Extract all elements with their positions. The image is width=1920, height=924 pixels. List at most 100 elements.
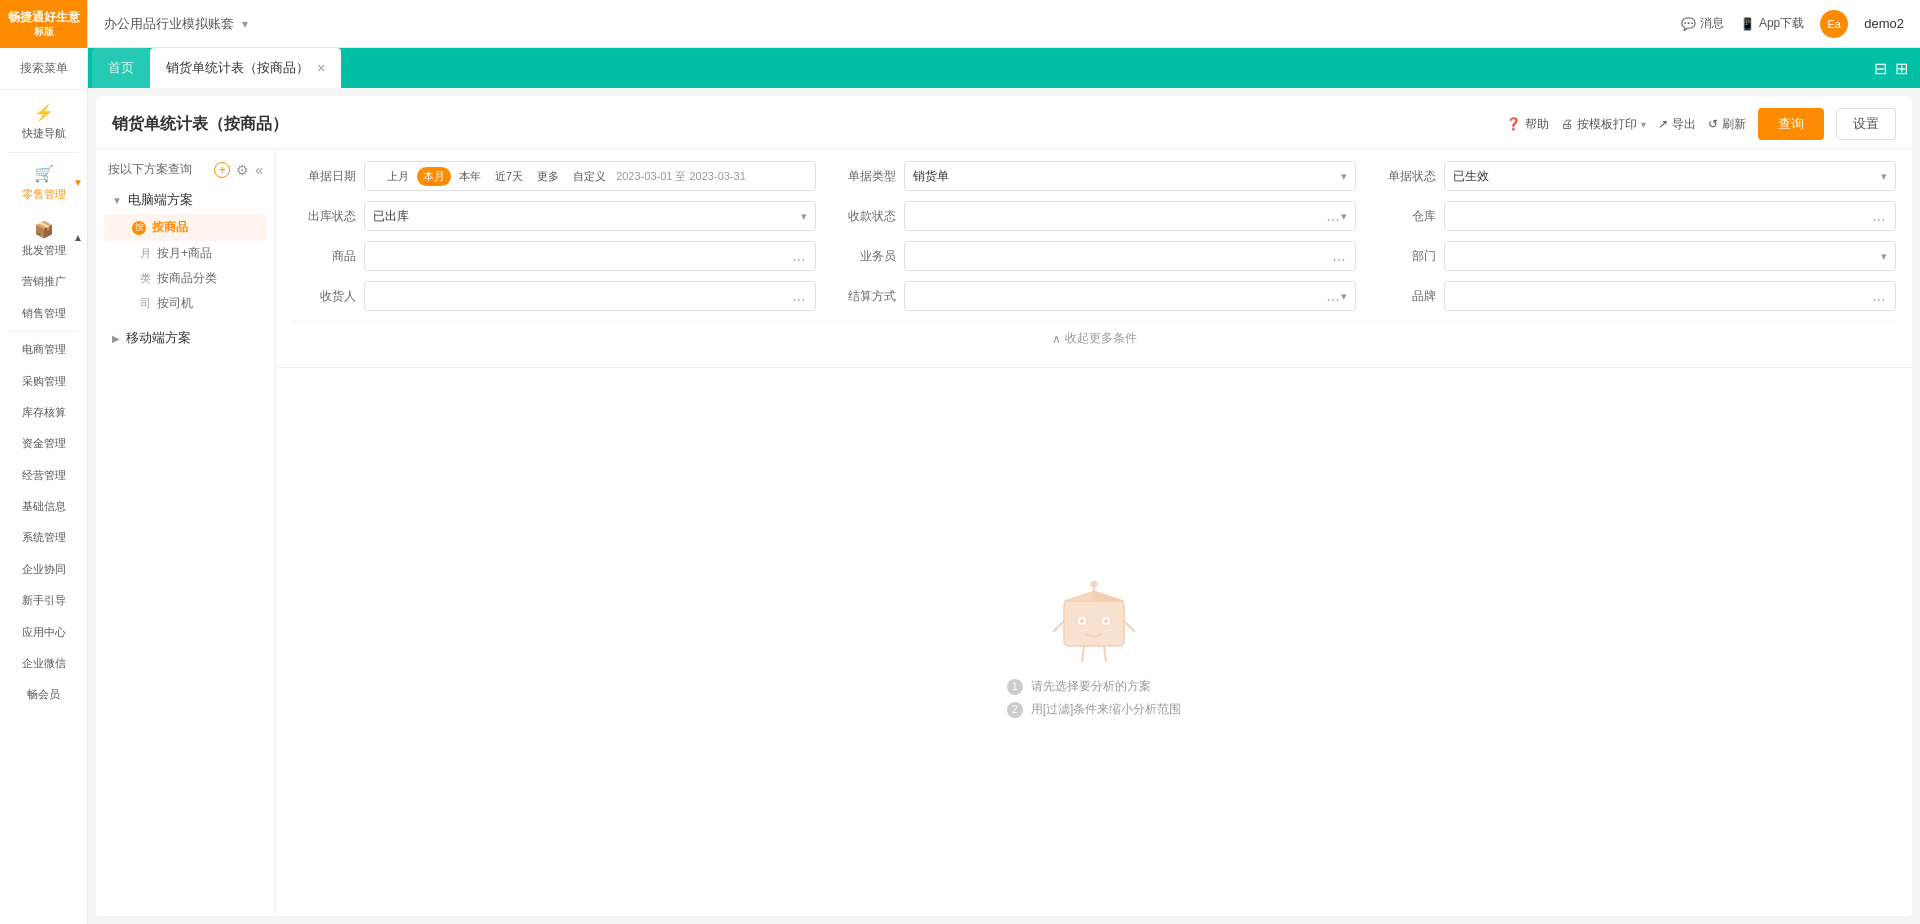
tree-sub-driver-label: 按司机: [157, 295, 193, 312]
sidebar-item-operation[interactable]: 经营管理: [0, 460, 87, 491]
sidebar-item-quick-nav[interactable]: ⚡ 快捷导航: [0, 94, 87, 150]
app-download-button[interactable]: 📱 App下载: [1740, 15, 1804, 32]
7days-btn[interactable]: 近7天: [489, 167, 529, 186]
page-actions: ❓ 帮助 🖨 按模板打印 ▾ ↗ 导出 ↺ 刷新: [1506, 108, 1896, 140]
sidebar-search[interactable]: 搜索菜单: [0, 48, 87, 90]
sidebar-item-purchase[interactable]: 采购管理: [0, 366, 87, 397]
sidebar-item-inventory[interactable]: 库存核算: [0, 397, 87, 428]
empty-illustration: [1044, 566, 1144, 666]
body-area: 按以下方案查询 + ⚙ « ▼ 电脑端方案 按: [96, 149, 1912, 916]
sidebar-item-appcenter[interactable]: 应用中心: [0, 617, 87, 648]
date-quick-buttons: 上月 本月 本年 近7天 更多 自定义: [381, 167, 612, 186]
more-btn[interactable]: 更多: [531, 167, 565, 186]
refresh-icon: ↺: [1708, 117, 1718, 131]
sidebar-item-enterprise[interactable]: 企业协同: [0, 554, 87, 585]
doc-type-control[interactable]: 销货单 ▾: [904, 161, 1356, 191]
search-menu-label[interactable]: 搜索菜单: [6, 56, 81, 81]
salesperson-control[interactable]: …: [904, 241, 1356, 271]
brand-control[interactable]: …: [1444, 281, 1896, 311]
sidebar-item-sales-label: 销售管理: [22, 306, 66, 321]
brand-label: 品牌: [1372, 288, 1444, 305]
payment-label: 结算方式: [832, 288, 904, 305]
sidebar-item-wholesale[interactable]: 📦 批发管理 ▲: [0, 211, 87, 267]
step-num-2: 2: [1007, 702, 1023, 718]
svg-line-9: [1082, 646, 1084, 661]
sidebar-item-basic[interactable]: 基础信息: [0, 491, 87, 522]
tree-arrow-mobile: ▶: [112, 333, 120, 344]
stock-status-label: 出库状态: [292, 208, 364, 225]
salesperson-dots: …: [1332, 248, 1347, 264]
wholesale-expand-icon: ▲: [73, 231, 83, 245]
collapse-panel-icon[interactable]: «: [255, 162, 263, 178]
goods-control[interactable]: …: [364, 241, 816, 271]
export-button[interactable]: ↗ 导出: [1658, 116, 1696, 133]
sidebar-item-system[interactable]: 系统管理: [0, 522, 87, 553]
date-control[interactable]: 上月 本月 本年 近7天 更多 自定义 2023-03-01 至 2023-03…: [364, 161, 816, 191]
retail-icon: 🛒: [34, 163, 54, 185]
print-button[interactable]: 🖨 按模板打印 ▾: [1561, 116, 1646, 133]
avatar-text: Ea: [1828, 18, 1841, 30]
tab-home[interactable]: 首页: [92, 48, 150, 88]
header-dropdown-icon[interactable]: ▾: [242, 17, 248, 31]
doc-status-label: 单据状态: [1372, 168, 1444, 185]
receiver-control[interactable]: …: [364, 281, 816, 311]
collapse-bar[interactable]: ∧ 收起更多条件: [292, 321, 1896, 355]
svg-point-6: [1091, 581, 1097, 587]
tree-sub-goods-category[interactable]: 类 按商品分类: [104, 266, 267, 291]
tree-child-by-goods[interactable]: 按 按商品: [104, 214, 267, 241]
sidebar-item-purchase-label: 采购管理: [22, 374, 66, 389]
doc-status-value: 已生效: [1453, 168, 1881, 185]
tab-maximize-icon[interactable]: ⊞: [1895, 59, 1908, 78]
custom-btn[interactable]: 自定义: [567, 167, 612, 186]
sidebar-item-corpwechat[interactable]: 企业微信: [0, 648, 87, 679]
dept-control[interactable]: ▾: [1444, 241, 1896, 271]
tree-sub-month-goods[interactable]: 月 按月+商品: [104, 241, 267, 266]
receive-status-control[interactable]: … ▾: [904, 201, 1356, 231]
tab-active[interactable]: 销货单统计表（按商品） ×: [150, 48, 341, 88]
filter-item-salesperson: 业务员 …: [832, 241, 1356, 271]
tree-parent-pc[interactable]: ▼ 电脑端方案: [104, 186, 267, 214]
filter-item-goods: 商品 …: [292, 241, 816, 271]
this-year-btn[interactable]: 本年: [453, 167, 487, 186]
sidebar-item-sales[interactable]: 销售管理: [0, 298, 87, 329]
sidebar-item-marketing[interactable]: 营销推广: [0, 266, 87, 297]
sidebar-item-enterprise-label: 企业协同: [22, 562, 66, 577]
left-panel-title: 按以下方案查询: [108, 161, 192, 178]
filter-row-1: 单据日期 上月 本月 本年 近7天 更多 自定义: [292, 161, 1896, 191]
svg-point-3: [1080, 619, 1084, 623]
doc-type-value: 销货单: [913, 168, 1341, 185]
prev-month-btn[interactable]: 上月: [381, 167, 415, 186]
warehouse-control[interactable]: …: [1444, 201, 1896, 231]
logo-sub: 标版: [34, 25, 54, 38]
settings-scheme-icon[interactable]: ⚙: [236, 162, 249, 178]
doc-status-control[interactable]: 已生效 ▾: [1444, 161, 1896, 191]
tree-parent-mobile[interactable]: ▶ 移动端方案: [104, 324, 267, 352]
refresh-button[interactable]: ↺ 刷新: [1708, 116, 1746, 133]
query-button[interactable]: 查询: [1758, 108, 1824, 140]
divider-2: [8, 331, 79, 332]
sidebar-item-quick-nav-label: 快捷导航: [22, 126, 66, 141]
tab-close-icon[interactable]: ×: [317, 60, 325, 76]
sidebar-item-guide-label: 新手引导: [22, 593, 66, 608]
empty-step-2: 2 用[过滤]条件来缩小分析范围: [1007, 701, 1182, 718]
user-name[interactable]: demo2: [1864, 16, 1904, 31]
sidebar-item-guide[interactable]: 新手引导: [0, 585, 87, 616]
sidebar-item-retail[interactable]: 🛒 零售管理 ▼: [0, 155, 87, 211]
tab-minimize-icon[interactable]: ⊟: [1874, 59, 1887, 78]
help-button[interactable]: ❓ 帮助: [1506, 116, 1549, 133]
tree-sub-driver[interactable]: 司 按司机: [104, 291, 267, 316]
dept-label: 部门: [1372, 248, 1444, 265]
sidebar-item-finance[interactable]: 资金管理: [0, 428, 87, 459]
message-button[interactable]: 💬 消息: [1681, 15, 1724, 32]
help-icon: ❓: [1506, 117, 1521, 131]
sidebar-item-ecommerce[interactable]: 电商管理: [0, 334, 87, 365]
add-scheme-icon[interactable]: +: [214, 162, 230, 178]
sidebar-item-member[interactable]: 畅会员: [0, 679, 87, 710]
settings-button[interactable]: 设置: [1836, 108, 1896, 140]
content-area: 销货单统计表（按商品） ❓ 帮助 🖨 按模板打印 ▾ ↗ 导出: [88, 88, 1920, 924]
goods-category-icon: 类: [140, 271, 151, 286]
payment-control[interactable]: … ▾: [904, 281, 1356, 311]
stock-status-control[interactable]: 已出库 ▾: [364, 201, 816, 231]
this-month-btn[interactable]: 本月: [417, 167, 451, 186]
warehouse-dots: …: [1872, 208, 1887, 224]
